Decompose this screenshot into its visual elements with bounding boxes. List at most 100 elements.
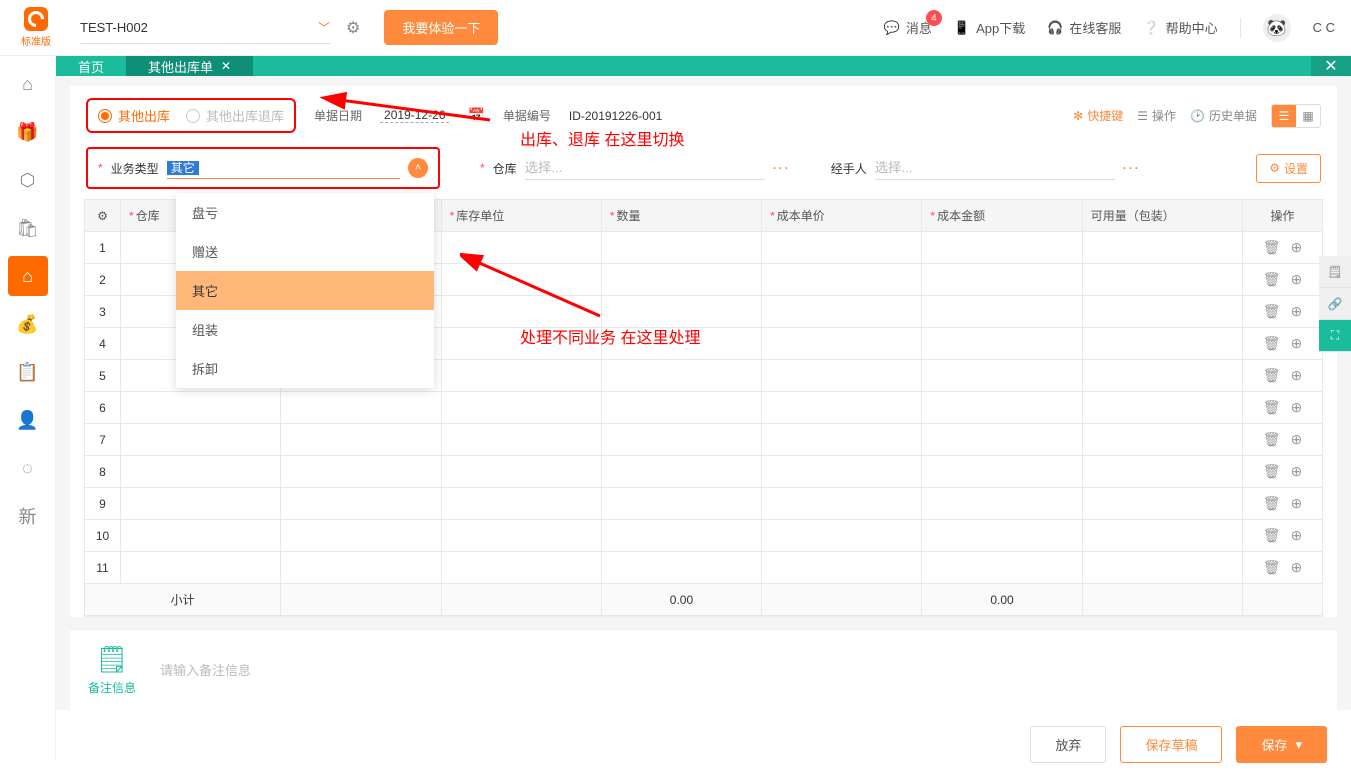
view-list-icon[interactable]: ☰ — [1272, 105, 1296, 127]
cell[interactable] — [601, 360, 761, 392]
cell[interactable] — [1082, 360, 1242, 392]
cell[interactable] — [601, 232, 761, 264]
cell[interactable] — [922, 456, 1082, 488]
help-center-link[interactable]: ❔ 帮助中心 — [1143, 18, 1217, 37]
cell[interactable] — [441, 456, 601, 488]
table-row[interactable]: 8🗑⊕ — [85, 456, 1323, 488]
org-selector[interactable]: TEST-H002 ﹀ — [80, 12, 330, 44]
cell[interactable] — [922, 328, 1082, 360]
column-header[interactable]: *库存单位 — [441, 200, 601, 232]
cell[interactable] — [922, 264, 1082, 296]
cell[interactable] — [762, 456, 922, 488]
cell[interactable] — [441, 328, 601, 360]
tabstrip-close-icon[interactable]: ✕ — [1311, 56, 1351, 76]
delete-icon[interactable]: 🗑 — [1263, 495, 1281, 512]
sidebar-money-icon[interactable]: 💰 — [8, 304, 48, 344]
cell[interactable] — [1082, 488, 1242, 520]
add-icon[interactable]: ⊕ — [1291, 271, 1303, 288]
cell[interactable] — [121, 392, 281, 424]
cell[interactable] — [601, 520, 761, 552]
cell[interactable] — [281, 488, 441, 520]
radio-return[interactable]: 其他出库退库 — [186, 106, 284, 125]
history-link[interactable]: 🕑 历史单据 — [1190, 107, 1257, 124]
cell[interactable] — [121, 456, 281, 488]
cell[interactable] — [922, 392, 1082, 424]
table-row[interactable]: 10🗑⊕ — [85, 520, 1323, 552]
discard-button[interactable]: 放弃 — [1030, 726, 1106, 763]
tab-other-outbound[interactable]: 其他出库单 ✕ — [126, 56, 253, 76]
cell[interactable] — [281, 552, 441, 584]
link-tool-icon[interactable]: 🔗 — [1319, 288, 1351, 320]
cell[interactable] — [762, 424, 922, 456]
cell[interactable] — [762, 296, 922, 328]
gear-icon[interactable]: ⚙ — [346, 18, 360, 38]
cell[interactable] — [281, 424, 441, 456]
cell[interactable] — [601, 328, 761, 360]
note-tool-icon[interactable]: 🗒 — [1319, 256, 1351, 288]
dropdown-item[interactable]: 盘亏 — [176, 193, 434, 232]
delete-icon[interactable]: 🗑 — [1263, 303, 1281, 320]
add-icon[interactable]: ⊕ — [1291, 495, 1303, 512]
messages-link[interactable]: 💬 消息 4 — [884, 18, 932, 37]
table-row[interactable]: 9🗑⊕ — [85, 488, 1323, 520]
handler-input[interactable] — [875, 156, 1115, 180]
table-row[interactable]: 7🗑⊕ — [85, 424, 1323, 456]
cell[interactable] — [1082, 232, 1242, 264]
try-button[interactable]: 我要体验一下 — [384, 10, 498, 45]
customer-service-link[interactable]: 🎧 在线客服 — [1047, 18, 1121, 37]
cell[interactable] — [601, 456, 761, 488]
cell[interactable] — [441, 424, 601, 456]
cell[interactable] — [121, 488, 281, 520]
column-header[interactable]: *成本单价 — [762, 200, 922, 232]
cell[interactable] — [762, 392, 922, 424]
sidebar-new-icon[interactable]: 新 — [8, 496, 48, 536]
cell[interactable] — [762, 488, 922, 520]
cell[interactable] — [441, 520, 601, 552]
radio-outbound[interactable]: 其他出库 — [98, 106, 170, 125]
column-header[interactable]: *成本金额 — [922, 200, 1082, 232]
logo[interactable]: 标准版 — [16, 7, 56, 48]
cell[interactable] — [601, 392, 761, 424]
chevron-up-icon[interactable]: ˄ — [408, 158, 428, 178]
cell[interactable] — [762, 232, 922, 264]
cell[interactable] — [601, 552, 761, 584]
cell[interactable] — [441, 552, 601, 584]
add-icon[interactable]: ⊕ — [1291, 399, 1303, 416]
cell[interactable] — [922, 424, 1082, 456]
add-icon[interactable]: ⊕ — [1291, 367, 1303, 384]
cell[interactable] — [1082, 328, 1242, 360]
remark-input[interactable] — [160, 663, 1319, 678]
cell[interactable] — [922, 552, 1082, 584]
delete-icon[interactable]: 🗑 — [1263, 367, 1281, 384]
cell[interactable] — [1082, 552, 1242, 584]
cell[interactable] — [922, 360, 1082, 392]
save-draft-button[interactable]: 保存草稿 — [1120, 726, 1222, 763]
column-header[interactable]: *数量 — [601, 200, 761, 232]
avatar[interactable]: 🐼 — [1263, 14, 1291, 42]
dropdown-item[interactable]: 拆卸 — [176, 349, 434, 388]
more-icon[interactable]: ··· — [773, 161, 791, 175]
handler-field[interactable]: 经手人 ··· — [831, 156, 1141, 180]
cell[interactable] — [281, 520, 441, 552]
table-row[interactable]: 11🗑⊕ — [85, 552, 1323, 584]
cell[interactable] — [441, 296, 601, 328]
warehouse-input[interactable] — [525, 156, 765, 180]
add-icon[interactable]: ⊕ — [1291, 559, 1303, 576]
cell[interactable] — [1082, 456, 1242, 488]
add-icon[interactable]: ⊕ — [1291, 335, 1303, 352]
cell[interactable] — [922, 232, 1082, 264]
dropdown-item[interactable]: 组装 — [176, 310, 434, 349]
cell[interactable] — [601, 296, 761, 328]
cell[interactable] — [762, 264, 922, 296]
cell[interactable] — [1082, 296, 1242, 328]
cell[interactable] — [281, 456, 441, 488]
tab-home[interactable]: 首页 — [56, 56, 126, 76]
add-icon[interactable]: ⊕ — [1291, 527, 1303, 544]
sidebar-home-icon[interactable]: ⌂ — [8, 64, 48, 104]
save-button[interactable]: 保存 ▾ — [1236, 726, 1327, 763]
cell[interactable] — [762, 328, 922, 360]
cell[interactable] — [922, 296, 1082, 328]
cell[interactable] — [762, 360, 922, 392]
delete-icon[interactable]: 🗑 — [1263, 399, 1281, 416]
sidebar-warehouse-icon[interactable]: ⌂ — [8, 256, 48, 296]
